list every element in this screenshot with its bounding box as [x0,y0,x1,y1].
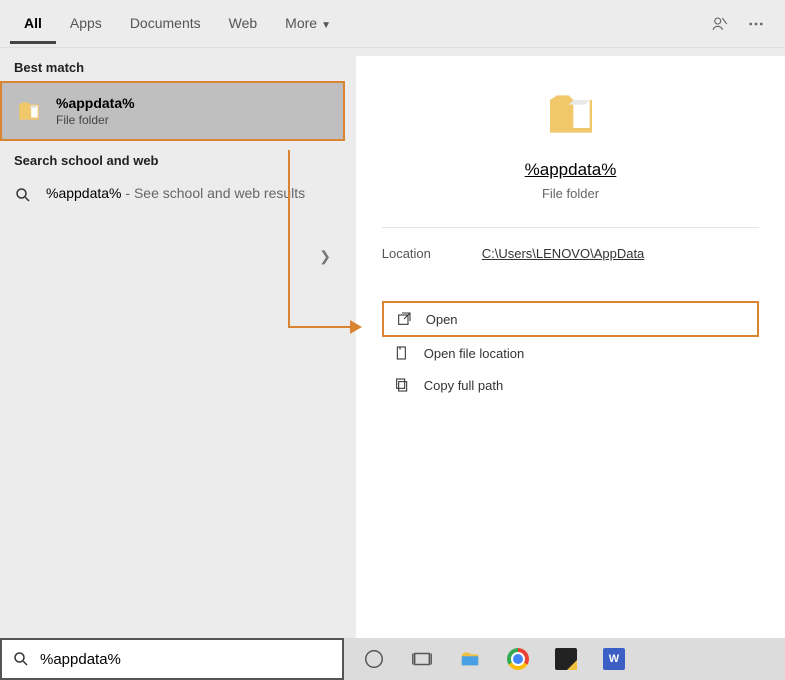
results-pane: Best match %appdata% File folder Search … [0,48,345,638]
search-input-box[interactable] [0,638,344,680]
cortana-button[interactable] [352,639,396,679]
file-explorer-button[interactable] [448,639,492,679]
best-match-result[interactable]: %appdata% File folder [0,81,345,141]
tab-bar: All Apps Documents Web More▼ [0,0,785,48]
best-match-title: %appdata% [56,95,135,111]
search-icon [12,650,30,668]
action-open[interactable]: Open [382,301,760,337]
action-copy-path[interactable]: Copy full path [382,369,760,401]
chrome-button[interactable] [496,639,540,679]
folder-icon [16,98,42,124]
tab-web[interactable]: Web [215,3,272,44]
more-options-icon[interactable] [747,15,765,33]
task-view-button[interactable] [400,639,444,679]
divider [382,227,760,228]
search-input[interactable] [40,651,332,668]
search-icon [14,186,32,204]
action-open-location[interactable]: Open file location [382,337,760,369]
preview-subtitle: File folder [542,186,599,201]
folder-preview-icon [543,86,599,142]
preview-title[interactable]: %appdata% [525,160,617,180]
annotation-arrow-icon [350,320,362,334]
sticky-notes-button[interactable] [544,639,588,679]
annotation-line [288,326,352,328]
web-search-result[interactable]: %appdata% - See school and web results [0,174,345,214]
annotation-line [288,150,290,326]
search-web-heading: Search school and web [0,141,345,174]
preview-pane: %appdata% File folder Location C:\Users\… [355,56,785,638]
content-area: Best match %appdata% File folder Search … [0,48,785,638]
expand-chevron-icon[interactable]: ❯ [319,248,331,265]
tab-all[interactable]: All [10,3,56,44]
location-path-link[interactable]: C:\Users\LENOVO\AppData [482,246,645,261]
tab-documents[interactable]: Documents [116,3,215,44]
windows-search-panel: All Apps Documents Web More▼ Best match … [0,0,785,638]
taskbar: W [344,638,785,680]
feedback-icon[interactable] [711,15,729,33]
web-result-suffix: - See school and web results [122,185,306,201]
wps-office-button[interactable]: W [592,639,636,679]
open-location-icon [394,345,410,361]
open-icon [396,311,412,327]
tab-apps[interactable]: Apps [56,3,116,44]
best-match-subtitle: File folder [56,113,135,127]
web-result-query: %appdata% [46,185,122,201]
best-match-heading: Best match [0,48,345,81]
chevron-down-icon: ▼ [321,20,331,31]
location-label: Location [382,246,482,261]
copy-icon [394,377,410,393]
tab-more[interactable]: More▼ [271,3,345,44]
